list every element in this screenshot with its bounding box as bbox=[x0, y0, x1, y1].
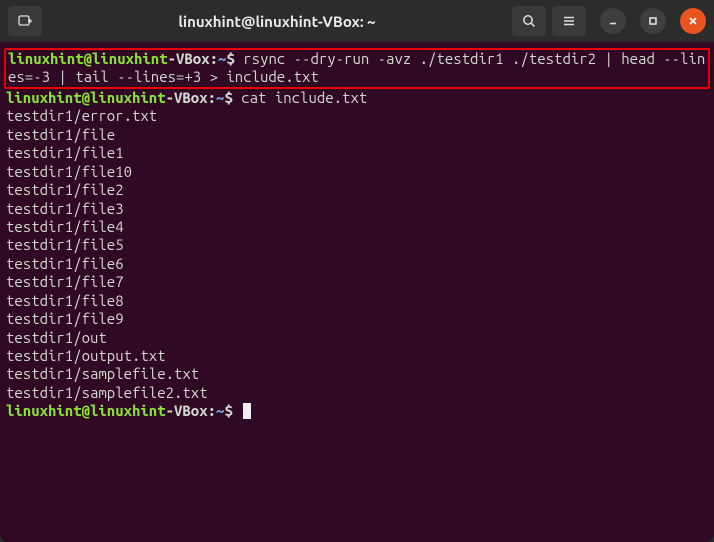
output-line: testdir1/file5 bbox=[6, 236, 708, 254]
cursor bbox=[243, 403, 251, 419]
window-title: linuxhint@linuxhint-VBox: ~ bbox=[48, 13, 506, 30]
prompt-line-1: linuxhint@linuxhint-VBox:~$ rsync --dry-… bbox=[8, 50, 706, 87]
prompt-user: linuxhint@linuxhint bbox=[6, 402, 166, 419]
menu-button[interactable] bbox=[552, 6, 586, 36]
search-icon bbox=[521, 13, 537, 29]
terminal-body[interactable]: linuxhint@linuxhint-VBox:~$ rsync --dry-… bbox=[0, 42, 714, 542]
prompt-line-2: linuxhint@linuxhint-VBox:~$ cat include.… bbox=[6, 89, 708, 107]
output-line: testdir1/output.txt bbox=[6, 347, 708, 365]
highlighted-command: linuxhint@linuxhint-VBox:~$ rsync --dry-… bbox=[4, 48, 710, 89]
prompt-host-suffix: -VBox bbox=[168, 50, 210, 67]
output-line: testdir1/file9 bbox=[6, 310, 708, 328]
search-button[interactable] bbox=[512, 6, 546, 36]
output-line: testdir1/file3 bbox=[6, 200, 708, 218]
terminal-window: linuxhint@linuxhint-VBox: ~ bbox=[0, 0, 714, 542]
output-line: testdir1/samplefile2.txt bbox=[6, 384, 708, 402]
output-line: testdir1/file2 bbox=[6, 181, 708, 199]
prompt-symbol: $ bbox=[224, 89, 232, 106]
titlebar: linuxhint@linuxhint-VBox: ~ bbox=[0, 0, 714, 42]
new-tab-button[interactable] bbox=[8, 6, 42, 36]
new-tab-icon bbox=[17, 13, 33, 29]
output-line: testdir1/file8 bbox=[6, 292, 708, 310]
close-button[interactable] bbox=[680, 8, 706, 34]
output-line: testdir1/file4 bbox=[6, 218, 708, 236]
prompt-host-suffix: -VBox bbox=[166, 89, 208, 106]
output-line: testdir1/file1 bbox=[6, 144, 708, 162]
hamburger-icon bbox=[561, 13, 577, 29]
output-line: testdir1/file6 bbox=[6, 255, 708, 273]
prompt-user: linuxhint@linuxhint bbox=[8, 50, 168, 67]
output-line: testdir1/file bbox=[6, 126, 708, 144]
close-icon bbox=[687, 15, 699, 27]
prompt-colon: : bbox=[210, 50, 218, 67]
prompt-symbol: $ bbox=[226, 50, 234, 67]
maximize-icon bbox=[647, 15, 659, 27]
maximize-button[interactable] bbox=[640, 8, 666, 34]
prompt-colon: : bbox=[208, 89, 216, 106]
minimize-button[interactable] bbox=[600, 8, 626, 34]
command-2-text: cat include.txt bbox=[241, 89, 367, 106]
prompt-line-3: linuxhint@linuxhint-VBox:~$ bbox=[6, 402, 708, 420]
prompt-symbol: $ bbox=[224, 402, 232, 419]
prompt-host-suffix: -VBox bbox=[166, 402, 208, 419]
output-line: testdir1/samplefile.txt bbox=[6, 365, 708, 383]
prompt-colon: : bbox=[208, 402, 216, 419]
prompt-user: linuxhint@linuxhint bbox=[6, 89, 166, 106]
output-line: testdir1/file7 bbox=[6, 273, 708, 291]
minimize-icon bbox=[607, 15, 619, 27]
output-line: testdir1/error.txt bbox=[6, 107, 708, 125]
output-line: testdir1/file10 bbox=[6, 163, 708, 181]
output-line: testdir1/out bbox=[6, 329, 708, 347]
